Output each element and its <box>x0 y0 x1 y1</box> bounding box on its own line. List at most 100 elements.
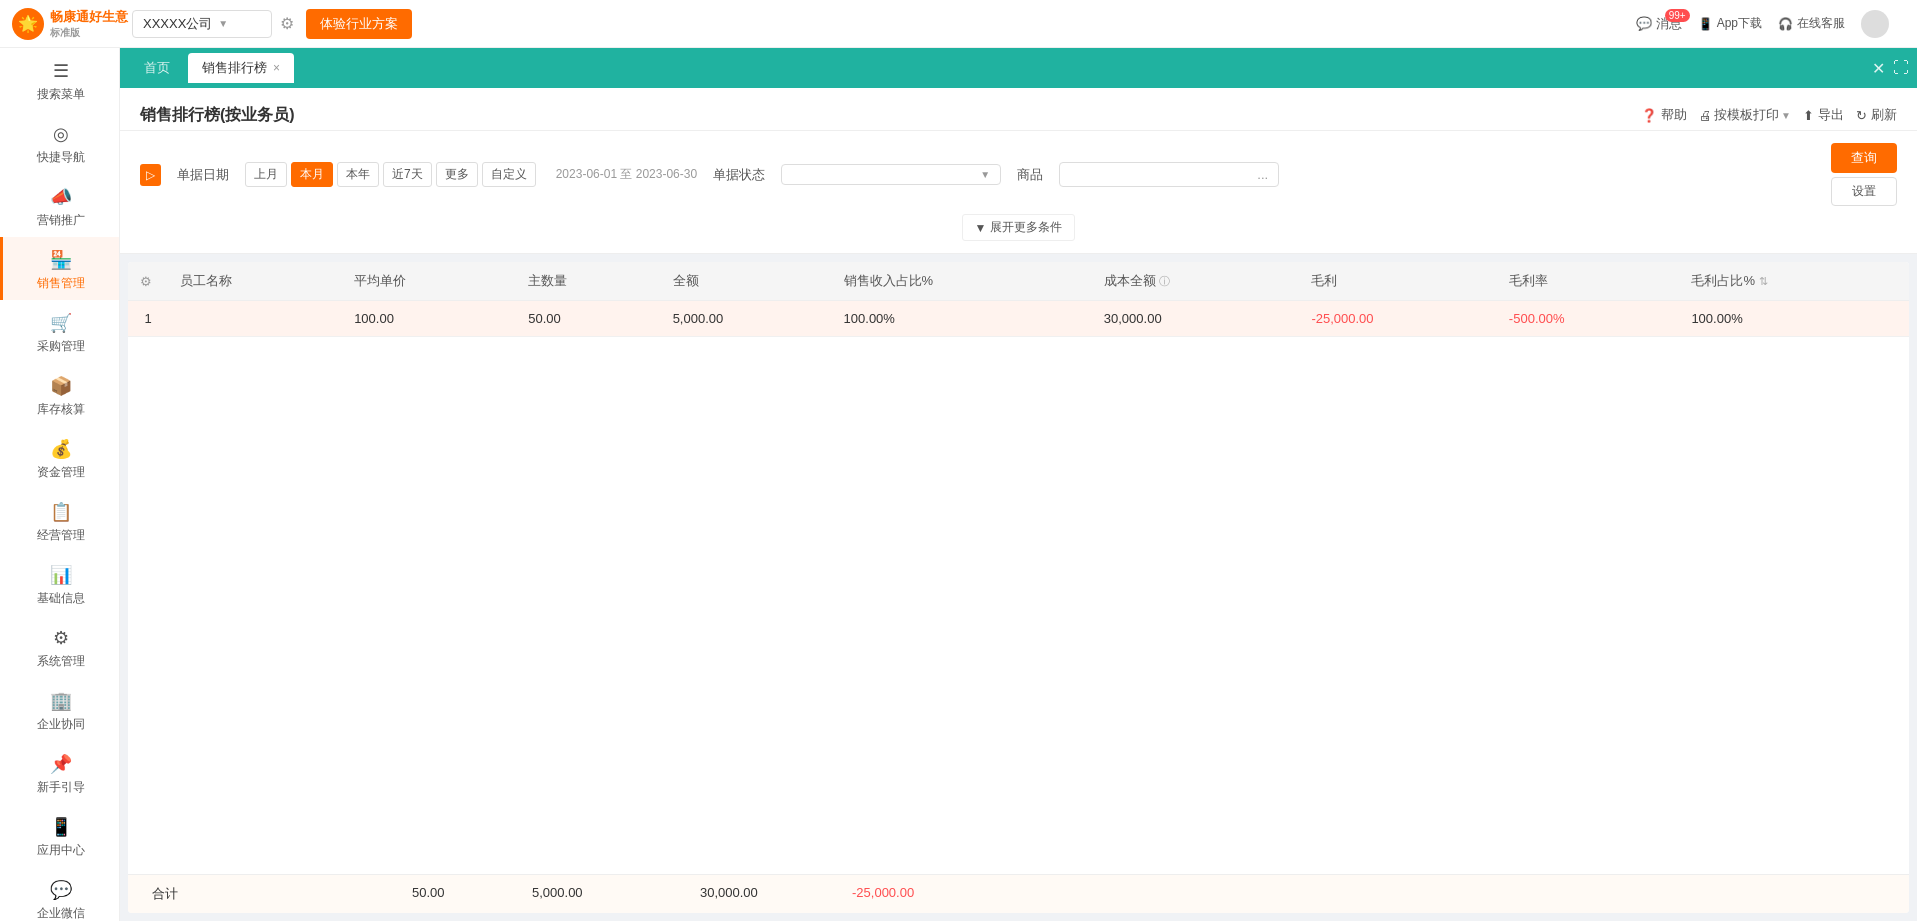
footer-label: 合计 <box>140 885 400 903</box>
sidebar-label-marketing: 营销推广 <box>37 212 85 229</box>
sidebar-label-sales: 销售管理 <box>37 275 85 292</box>
refresh-btn[interactable]: ↻ 刷新 <box>1856 100 1897 130</box>
tab-close-icon[interactable]: × <box>273 61 280 75</box>
tab-sales-ranking[interactable]: 销售排行榜 × <box>188 53 294 83</box>
setting-side-btn[interactable]: 设置 <box>1831 177 1897 206</box>
filter-collapse-btn[interactable]: ▷ <box>140 164 161 186</box>
sidebar-item-marketing[interactable]: 📣 营销推广 <box>0 174 119 237</box>
table-header-row: ⚙ 员工名称 平均单价 主数量 全额 <box>128 262 1909 301</box>
company-chevron-icon: ▼ <box>218 18 228 29</box>
expand-down-icon: ▼ <box>975 221 987 235</box>
column-settings-icon[interactable]: ⚙ <box>140 274 152 289</box>
logo-icon: 🌟 <box>12 8 44 40</box>
sidebar-item-purchase[interactable]: 🛒 采购管理 <box>0 300 119 363</box>
table-wrapper: ⚙ 员工名称 平均单价 主数量 全额 <box>128 262 1909 913</box>
purchase-icon: 🛒 <box>50 312 72 334</box>
td-gross-pct: 100.00% <box>1679 301 1909 337</box>
top-header: 🌟 畅康通好生意 标准版 XXXXX公司 ▼ ⚙ 体验行业方案 💬 消息 99+… <box>0 0 1917 48</box>
td-rank: 1 <box>128 301 168 337</box>
sidebar-item-operation[interactable]: 📋 经营管理 <box>0 489 119 552</box>
app-download-btn[interactable]: 📱 App下载 <box>1698 15 1762 32</box>
date-custom-btn[interactable]: 自定义 <box>482 162 536 187</box>
th-amount: 全额 <box>661 262 832 301</box>
msg-badge: 99+ <box>1665 9 1690 22</box>
goods-more-icon[interactable]: ... <box>1257 167 1268 182</box>
sidebar-label-system: 系统管理 <box>37 653 85 670</box>
help-btn[interactable]: ❓ 帮助 <box>1641 100 1687 130</box>
date-more-btn[interactable]: 更多 <box>436 162 478 187</box>
sidebar-item-newbie-guide[interactable]: 📌 新手引导 <box>0 741 119 804</box>
sidebar-item-quick-nav[interactable]: ◎ 快捷导航 <box>0 111 119 174</box>
gross-pct-sort-icon[interactable]: ⇅ <box>1759 275 1768 287</box>
expand-more-btn[interactable]: ▼ 展开更多条件 <box>962 214 1076 241</box>
th-employee: 员工名称 <box>168 262 342 301</box>
system-icon: ⚙ <box>53 627 69 649</box>
message-btn[interactable]: 💬 消息 99+ <box>1636 15 1682 33</box>
app-name: 畅康通好生意 <box>50 8 128 26</box>
sidebar-label-inventory: 库存核算 <box>37 401 85 418</box>
tab-maximize-icon[interactable]: ⛶ <box>1893 59 1909 78</box>
print-label: 按模板打印 <box>1714 106 1779 124</box>
filter-row-main: ▷ 单据日期 上月 本月 本年 近7天 更多 自定义 2023-06-01 至 … <box>140 143 1897 206</box>
tab-close-window-icon[interactable]: ✕ <box>1872 59 1885 78</box>
search-order-icon: ☰ <box>53 60 69 82</box>
sidebar-label-basic-info: 基础信息 <box>37 590 85 607</box>
avatar[interactable] <box>1861 10 1889 38</box>
sidebar-item-inventory[interactable]: 📦 库存核算 <box>0 363 119 426</box>
th-avg-price: 平均单价 <box>342 262 516 301</box>
cost-info-icon[interactable]: ⓘ <box>1159 275 1170 287</box>
help-icon: ❓ <box>1641 108 1657 123</box>
date-recent7-btn[interactable]: 近7天 <box>383 162 432 187</box>
funds-icon: 💰 <box>50 438 72 460</box>
app-center-icon: 📱 <box>50 816 72 838</box>
print-btn[interactable]: 🖨 按模板打印 ▼ <box>1699 106 1791 124</box>
export-btn[interactable]: ⬆ 导出 <box>1803 100 1844 130</box>
sidebar-label-operation: 经营管理 <box>37 527 85 544</box>
footer-main-qty: 50.00 <box>400 885 520 903</box>
sidebar-label-enterprise-wechat: 企业微信 <box>37 905 85 921</box>
sidebar-label-enterprise-collab: 企业协同 <box>37 716 85 733</box>
company-selector[interactable]: XXXXX公司 ▼ <box>132 10 272 38</box>
online-service-btn[interactable]: 🎧 在线客服 <box>1778 15 1845 32</box>
sidebar-item-funds[interactable]: 💰 资金管理 <box>0 426 119 489</box>
table-footer: 合计 50.00 5,000.00 30,000.00 -25,000.00 <box>128 874 1909 913</box>
sidebar-item-search-order[interactable]: ☰ 搜索菜单 <box>0 48 119 111</box>
marketing-icon: 📣 <box>50 186 72 208</box>
date-cur-year-btn[interactable]: 本年 <box>337 162 379 187</box>
td-gross: -25,000.00 <box>1299 301 1496 337</box>
status-select[interactable]: ▼ <box>781 164 1001 185</box>
online-service-label: 在线客服 <box>1797 15 1845 32</box>
date-range: 2023-06-01 至 2023-06-30 <box>556 166 697 183</box>
sidebar-label-app-center: 应用中心 <box>37 842 85 859</box>
sidebar-item-enterprise-wechat[interactable]: 💬 企业微信 <box>0 867 119 921</box>
th-settings[interactable]: ⚙ <box>128 262 168 301</box>
th-gross-pct: 毛利占比% ⇅ <box>1679 262 1909 301</box>
header-settings-icon[interactable]: ⚙ <box>280 14 294 33</box>
footer-gross: -25,000.00 <box>840 885 926 903</box>
sidebar-item-system[interactable]: ⚙ 系统管理 <box>0 615 119 678</box>
sidebar-item-basic-info[interactable]: 📊 基础信息 <box>0 552 119 615</box>
sidebar-item-enterprise-collab[interactable]: 🏢 企业协同 <box>0 678 119 741</box>
query-btn[interactable]: 查询 <box>1831 143 1897 173</box>
help-label: 帮助 <box>1661 106 1687 124</box>
sidebar-item-app-center[interactable]: 📱 应用中心 <box>0 804 119 867</box>
page-actions: ❓ 帮助 🖨 按模板打印 ▼ ⬆ 导出 ↻ 刷新 <box>1641 100 1897 130</box>
sidebar-label-newbie-guide: 新手引导 <box>37 779 85 796</box>
sidebar-item-sales[interactable]: 🏪 销售管理 <box>0 237 119 300</box>
td-amount: 5,000.00 <box>661 301 832 337</box>
th-main-qty: 主数量 <box>516 262 660 301</box>
td-employee <box>168 301 342 337</box>
tab-bar-right: ✕ ⛶ <box>1872 59 1909 78</box>
tab-sales-ranking-label: 销售排行榜 <box>202 59 267 77</box>
date-prev-month-btn[interactable]: 上月 <box>245 162 287 187</box>
expand-row: ▼ 展开更多条件 <box>140 214 1897 241</box>
tab-home[interactable]: 首页 <box>128 53 186 83</box>
refresh-icon: ↻ <box>1856 108 1867 123</box>
sidebar-label-search-order: 搜索菜单 <box>37 86 85 103</box>
goods-input[interactable]: ... <box>1059 162 1279 187</box>
print-dropdown-icon: ▼ <box>1781 110 1791 121</box>
td-cost-amount: 30,000.00 <box>1092 301 1300 337</box>
date-cur-month-btn[interactable]: 本月 <box>291 162 333 187</box>
trial-btn[interactable]: 体验行业方案 <box>306 9 412 39</box>
operation-icon: 📋 <box>50 501 72 523</box>
